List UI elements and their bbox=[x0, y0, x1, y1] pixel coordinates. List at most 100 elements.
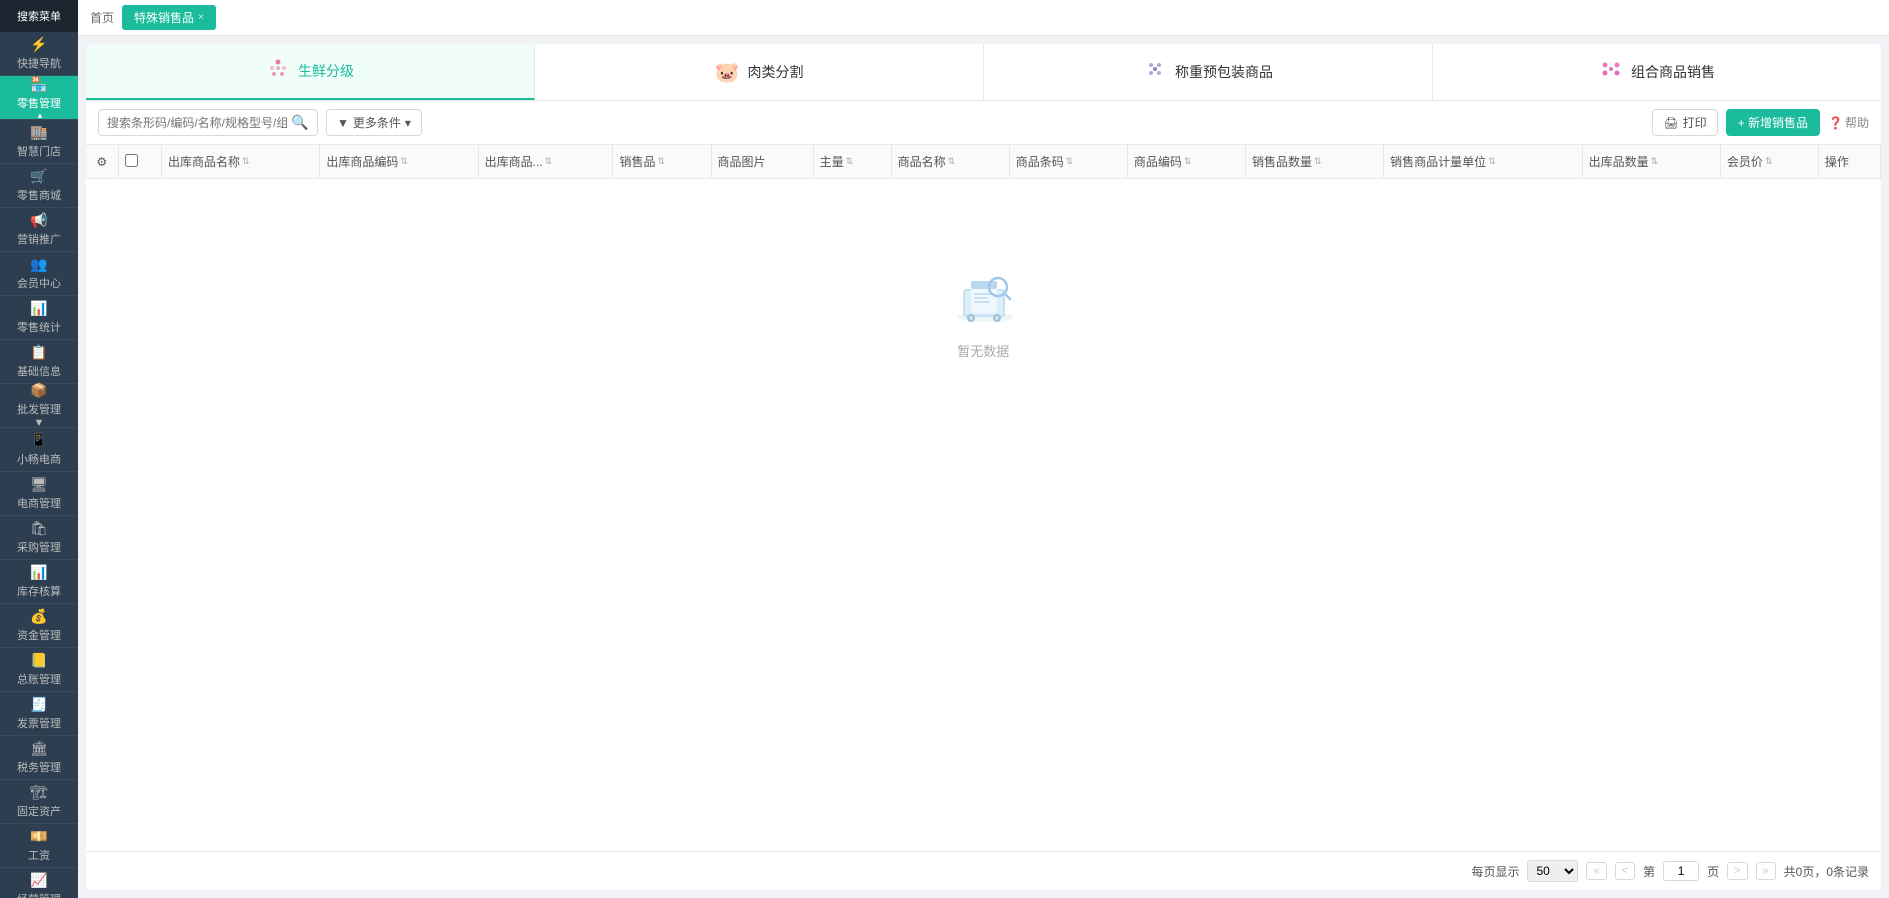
col-action: 操作 bbox=[1818, 145, 1880, 179]
topbar: 首页 特殊销售品 × bbox=[78, 0, 1889, 36]
general-ledger-label: 总账管理 bbox=[17, 671, 61, 687]
toolbar: 🔍 ▼ 更多条件 ▾ 🖨 打印 + 新增销售品 ❓ 帮助 bbox=[86, 101, 1881, 145]
sidebar-item-smart-store[interactable]: 🏬 智慧门店 bbox=[0, 120, 78, 164]
sort-icon3[interactable]: ⇅ bbox=[545, 156, 553, 167]
help-button[interactable]: ❓ 帮助 bbox=[1828, 114, 1869, 131]
sort-icon7[interactable]: ⇅ bbox=[1066, 156, 1074, 167]
col-out-qty-label: 出库品数量 bbox=[1589, 153, 1649, 170]
sidebar-item-retail-mall[interactable]: 🛒 零售商城 bbox=[0, 164, 78, 208]
search-icon[interactable]: 🔍 bbox=[291, 114, 308, 131]
col-sale-item: 销售品 ⇅ bbox=[613, 145, 711, 179]
col-out-spec: 出库商品... ⇅ bbox=[478, 145, 613, 179]
sort-icon11[interactable]: ⇅ bbox=[1651, 156, 1659, 167]
fresh-grade-icon bbox=[266, 58, 290, 84]
sidebar-item-general-ledger[interactable]: 📒 总账管理 bbox=[0, 648, 78, 692]
main-content: 首页 特殊销售品 × 生鲜 bbox=[78, 0, 1889, 898]
active-tab[interactable]: 特殊销售品 × bbox=[122, 5, 216, 30]
sidebar-item-retail-mgmt[interactable]: 🏪 零售管理 bbox=[0, 76, 78, 120]
filter-button[interactable]: ▼ 更多条件 ▾ bbox=[326, 109, 422, 136]
empty-state-illustration bbox=[943, 259, 1023, 329]
sort-icon2[interactable]: ⇅ bbox=[400, 156, 408, 167]
page-input[interactable] bbox=[1663, 861, 1699, 881]
cat-tab-fresh-grade[interactable]: 生鲜分级 bbox=[86, 44, 535, 100]
col-goods-name: 商品名称 ⇅ bbox=[891, 145, 1009, 179]
sort-icon5[interactable]: ⇅ bbox=[846, 156, 854, 167]
page-label: 第 bbox=[1643, 863, 1655, 880]
tax-mgmt-label: 税务管理 bbox=[17, 759, 61, 775]
col-out-name-label: 出库商品名称 bbox=[168, 153, 240, 170]
add-product-button[interactable]: + 新增销售品 bbox=[1726, 109, 1820, 136]
search-input[interactable] bbox=[107, 116, 287, 130]
select-all-checkbox[interactable] bbox=[125, 154, 138, 167]
empty-text: 暂无数据 bbox=[957, 341, 1009, 360]
toolbar-right: 🖨 打印 + 新增销售品 ❓ 帮助 bbox=[1652, 109, 1869, 136]
retail-mall-label: 零售商城 bbox=[17, 187, 61, 203]
col-weight-label: 主量 bbox=[820, 153, 844, 170]
quick-nav-icon: ⚡ bbox=[30, 36, 47, 53]
weigh-pack-icon bbox=[1143, 59, 1167, 85]
sidebar-item-ecommerce-mgmt[interactable]: 🖥 电商管理 bbox=[0, 472, 78, 516]
sidebar-item-basic-info[interactable]: 📋 基础信息 bbox=[0, 340, 78, 384]
help-label: 帮助 bbox=[1845, 114, 1869, 131]
print-button[interactable]: 🖨 打印 bbox=[1652, 109, 1717, 136]
sidebar-item-inventory[interactable]: 📊 库存核算 bbox=[0, 560, 78, 604]
ecommerce-mgmt-label: 电商管理 bbox=[17, 495, 61, 511]
print-icon: 🖨 bbox=[1663, 116, 1678, 130]
search-box[interactable]: 🔍 bbox=[98, 109, 318, 136]
marketing-icon: 📢 bbox=[30, 212, 47, 229]
sort-icon4[interactable]: ⇅ bbox=[657, 156, 665, 167]
sidebar-item-wholesale-mgmt[interactable]: 📦 批发管理 bbox=[0, 384, 78, 428]
col-action-label: 操作 bbox=[1825, 155, 1849, 169]
per-page-select[interactable]: 50 10 20 100 bbox=[1527, 860, 1578, 882]
col-weight: 主量 ⇅ bbox=[813, 145, 891, 179]
sort-icon[interactable]: ⇅ bbox=[242, 156, 250, 167]
sort-icon9[interactable]: ⇅ bbox=[1314, 156, 1322, 167]
sidebar-item-wages[interactable]: 💴 工资 bbox=[0, 824, 78, 868]
filter-icon: ▼ bbox=[337, 116, 349, 130]
home-breadcrumb[interactable]: 首页 bbox=[90, 9, 114, 26]
prev-page-button[interactable]: < bbox=[1615, 862, 1635, 880]
wages-label: 工资 bbox=[28, 847, 50, 863]
sort-icon12[interactable]: ⇅ bbox=[1765, 156, 1773, 167]
col-settings[interactable]: ⚙ bbox=[86, 145, 118, 179]
empty-state: 暂无数据 bbox=[86, 179, 1881, 440]
last-page-button[interactable]: » bbox=[1756, 862, 1776, 880]
cat-tab-combo-sale[interactable]: 组合商品销售 bbox=[1433, 44, 1881, 100]
page-content: 生鲜分级 🐷 肉类分割 称重预包装商品 bbox=[86, 44, 1881, 890]
member-center-icon: 👥 bbox=[30, 256, 47, 273]
basic-info-icon: 📋 bbox=[30, 344, 47, 361]
sort-icon8[interactable]: ⇅ bbox=[1184, 156, 1192, 167]
pagination: 每页显示 50 10 20 100 « < 第 页 > » 共0页，0条记录 bbox=[86, 851, 1881, 890]
sidebar-item-fixed-assets[interactable]: 🏗 固定资产 bbox=[0, 780, 78, 824]
table-header-row: ⚙ 出库商品名称 ⇅ 出库商品编码 bbox=[86, 145, 1881, 179]
per-page-label: 每页显示 bbox=[1471, 863, 1519, 880]
next-page-button[interactable]: > bbox=[1727, 862, 1747, 880]
col-checkbox[interactable] bbox=[118, 145, 162, 179]
cat-tab-weigh-pack[interactable]: 称重预包装商品 bbox=[984, 44, 1433, 100]
cat-tab-meat-cut[interactable]: 🐷 肉类分割 bbox=[535, 44, 984, 100]
filter-label: 更多条件 bbox=[353, 114, 401, 131]
sidebar-item-marketing[interactable]: 📢 营销推广 bbox=[0, 208, 78, 252]
sidebar-item-ops-mgmt[interactable]: 📈 经营管理 bbox=[0, 868, 78, 898]
print-label: 打印 bbox=[1683, 114, 1707, 131]
fresh-grade-label: 生鲜分级 bbox=[298, 61, 354, 81]
col-image: 商品图片 bbox=[711, 145, 813, 179]
sidebar-item-retail-stats[interactable]: 📊 零售统计 bbox=[0, 296, 78, 340]
sidebar-item-purchase-mgmt[interactable]: 🛍 采购管理 bbox=[0, 516, 78, 560]
sidebar-item-quick-nav[interactable]: ⚡ 快捷导航 bbox=[0, 32, 78, 76]
tab-close-icon[interactable]: × bbox=[198, 12, 204, 23]
sidebar-item-member-center[interactable]: 👥 会员中心 bbox=[0, 252, 78, 296]
col-image-label: 商品图片 bbox=[718, 155, 766, 169]
sidebar: 搜索菜单 ⚡ 快捷导航 🏪 零售管理 🏬 智慧门店 🛒 零售商城 📢 营销推广 … bbox=[0, 0, 78, 898]
sidebar-item-invoice-mgmt[interactable]: 🧾 发票管理 bbox=[0, 692, 78, 736]
col-sale-qty: 销售品数量 ⇅ bbox=[1245, 145, 1383, 179]
sort-icon6[interactable]: ⇅ bbox=[948, 156, 956, 167]
sort-icon10[interactable]: ⇅ bbox=[1488, 156, 1496, 167]
weigh-pack-label: 称重预包装商品 bbox=[1175, 62, 1273, 82]
sidebar-item-mini-ecommerce[interactable]: 📱 小畅电商 bbox=[0, 428, 78, 472]
first-page-button[interactable]: « bbox=[1586, 862, 1606, 880]
sidebar-item-finance[interactable]: 💰 资金管理 bbox=[0, 604, 78, 648]
sidebar-logo[interactable]: 搜索菜单 bbox=[0, 0, 78, 32]
purchase-mgmt-icon: 🛍 bbox=[30, 520, 48, 537]
sidebar-item-tax-mgmt[interactable]: 🏛 税务管理 bbox=[0, 736, 78, 780]
